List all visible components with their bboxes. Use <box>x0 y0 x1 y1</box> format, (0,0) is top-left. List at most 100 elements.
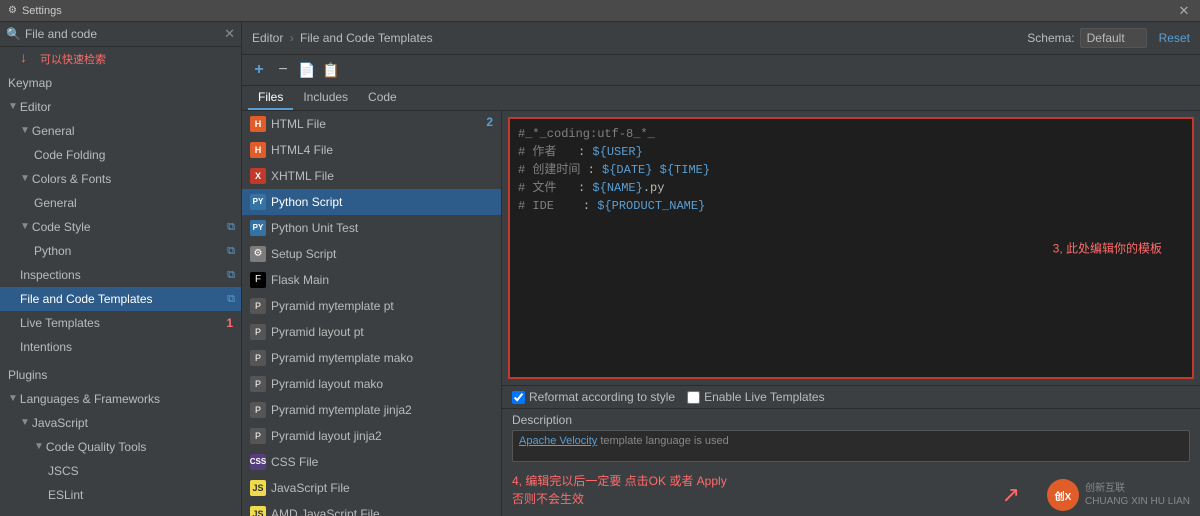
sidebar-item-jscs[interactable]: JSCS <box>0 459 241 483</box>
annotation-1: 1 <box>226 316 233 330</box>
file-name-pyramid-mytemplate-pt: Pyramid mytemplate pt <box>271 296 394 316</box>
file-name-python-unit-test: Python Unit Test <box>271 218 358 238</box>
sidebar-item-eslint[interactable]: ESLint <box>0 483 241 507</box>
search-input[interactable] <box>25 27 224 41</box>
file-item-pyramid-layout-pt[interactable]: P Pyramid layout pt <box>242 319 501 345</box>
file-name-amd-js: AMD JavaScript File <box>271 504 380 516</box>
expand-arrow: ▼ <box>8 389 18 409</box>
file-name-pyramid-layout-pt: Pyramid layout pt <box>271 322 364 342</box>
expand-arrow: ▼ <box>20 217 30 237</box>
sidebar-item-live-templates[interactable]: Live Templates <box>0 311 241 335</box>
sidebar-item-lang-frameworks[interactable]: ▼ Languages & Frameworks <box>0 387 241 411</box>
schema-label: Schema: <box>1027 31 1074 45</box>
title-bar-label: Settings <box>22 5 62 17</box>
breadcrumb-editor: Editor <box>252 31 283 45</box>
sidebar-item-plugins[interactable]: Plugins <box>0 363 241 387</box>
schema-dropdown[interactable]: Default <box>1080 28 1147 48</box>
remove-button[interactable]: − <box>272 59 294 81</box>
description-section: Description Apache Velocity template lan… <box>502 408 1200 466</box>
reset-button[interactable]: Reset <box>1159 31 1190 45</box>
file-list: H HTML File 2 H HTML4 File X XHTML File … <box>242 111 502 516</box>
options-row: Reformat according to style Enable Live … <box>502 385 1200 408</box>
breadcrumb: Editor › File and Code Templates <box>252 31 1027 45</box>
enable-live-label: Enable Live Templates <box>704 390 825 404</box>
file-item-html[interactable]: H HTML File <box>242 111 501 137</box>
flask-icon: F <box>250 272 266 288</box>
watermark-line1: 创新互联 <box>1085 482 1190 495</box>
amd-js-icon: JS <box>250 506 266 516</box>
expand-arrow: ▼ <box>20 121 30 141</box>
file-item-js[interactable]: JS JavaScript File <box>242 475 501 501</box>
sidebar-item-code-folding[interactable]: Code Folding <box>0 143 241 167</box>
python-script-icon: PY <box>250 194 266 210</box>
file-name-pyramid-jinja2-1: Pyramid mytemplate jinja2 <box>271 400 412 420</box>
main-container: 🔍 ✕ ↓ 可以快速检索 Keymap ▼ Editor ▼ General <box>0 22 1200 516</box>
file-item-pyramid-jinja2-1[interactable]: P Pyramid mytemplate jinja2 <box>242 397 501 423</box>
title-bar: ⚙ Settings ✕ <box>0 0 1200 22</box>
file-item-pyramid-layout-mako[interactable]: P Pyramid layout mako <box>242 371 501 397</box>
file-code-icon: ⧉ <box>227 289 235 309</box>
watermark-text: 创新互联 CHUANG XIN HU LIAN <box>1085 482 1190 508</box>
file-item-python-unit-test[interactable]: PY Python Unit Test <box>242 215 501 241</box>
watermark-line2: CHUANG XIN HU LIAN <box>1085 495 1190 508</box>
sidebar-item-editor[interactable]: ▼ Editor <box>0 95 241 119</box>
tab-code[interactable]: Code <box>358 86 407 110</box>
tab-files[interactable]: Files <box>248 86 293 110</box>
sidebar-item-intentions[interactable]: Intentions <box>0 335 241 359</box>
description-box[interactable]: Apache Velocity template language is use… <box>512 430 1190 462</box>
sidebar-item-keymap[interactable]: Keymap <box>0 71 241 95</box>
sidebar-item-colors-fonts[interactable]: ▼ Colors & Fonts <box>0 167 241 191</box>
file-item-xhtml[interactable]: X XHTML File <box>242 163 501 189</box>
file-item-html4[interactable]: H HTML4 File <box>242 137 501 163</box>
pyramid-icon-3: P <box>250 350 266 366</box>
file-item-flask-main[interactable]: F Flask Main <box>242 267 501 293</box>
python-icon: ⧉ <box>227 241 235 261</box>
file-name-xhtml: XHTML File <box>271 166 334 186</box>
editor-annotation: 3, 此处编辑你的模板 <box>1053 240 1162 257</box>
add-button[interactable]: + <box>248 59 270 81</box>
file-name-css: CSS File <box>271 452 318 472</box>
sidebar-item-javascript[interactable]: ▼ JavaScript <box>0 411 241 435</box>
code-editor[interactable]: #_*_coding:utf-8_*_ # 作者 : ${USER} # 创建时… <box>508 117 1194 379</box>
tab-includes[interactable]: Includes <box>293 86 358 110</box>
enable-live-checkbox-label[interactable]: Enable Live Templates <box>687 390 825 404</box>
file-item-setup-script[interactable]: ⚙ Setup Script <box>242 241 501 267</box>
search-bar: 🔍 ✕ <box>0 22 241 47</box>
file-item-pyramid-mytemplate-pt[interactable]: P Pyramid mytemplate pt <box>242 293 501 319</box>
search-clear-button[interactable]: ✕ <box>224 26 235 42</box>
pyramid-icon-5: P <box>250 402 266 418</box>
sidebar-item-python[interactable]: Python ⧉ <box>0 239 241 263</box>
file-item-amd-js[interactable]: JS AMD JavaScript File <box>242 501 501 516</box>
editor-area: #_*_coding:utf-8_*_ # 作者 : ${USER} # 创建时… <box>502 111 1200 516</box>
reformat-checkbox-label[interactable]: Reformat according to style <box>512 390 675 404</box>
sidebar-item-general[interactable]: ▼ General <box>0 119 241 143</box>
file-name-html4: HTML4 File <box>271 140 333 160</box>
description-text: template language is used <box>600 435 728 447</box>
sidebar-item-inspections[interactable]: Inspections ⧉ <box>0 263 241 287</box>
file-item-pyramid-jinja2-2[interactable]: P Pyramid layout jinja2 <box>242 423 501 449</box>
sidebar-item-code-quality[interactable]: ▼ Code Quality Tools <box>0 435 241 459</box>
file-item-css[interactable]: CSS CSS File <box>242 449 501 475</box>
content-split: H HTML File 2 H HTML4 File X XHTML File … <box>242 111 1200 516</box>
velocity-link[interactable]: Apache Velocity <box>519 435 597 447</box>
sidebar-item-file-and-code[interactable]: File and Code Templates ⧉ <box>0 287 241 311</box>
sidebar-item-code-style[interactable]: ▼ Code Style ⧉ <box>0 215 241 239</box>
bottom-section: 4, 编辑完以后一定要 点击OK 或者 Apply否则不会生效 ↗ 创X 创新互… <box>502 466 1200 516</box>
close-button[interactable]: ✕ <box>1176 3 1192 19</box>
reformat-checkbox[interactable] <box>512 391 525 404</box>
search-icon: 🔍 <box>6 27 21 41</box>
search-annotation: 可以快速检索 <box>40 51 106 67</box>
move-button[interactable]: 📋 <box>320 59 342 81</box>
file-item-python-script[interactable]: PY Python Script <box>242 189 501 215</box>
file-name-python-script: Python Script <box>271 192 342 212</box>
toolbar: + − 📄 📋 <box>242 55 1200 86</box>
file-name-html: HTML File <box>271 114 326 134</box>
enable-live-checkbox[interactable] <box>687 391 700 404</box>
file-name-pyramid-jinja2-2: Pyramid layout jinja2 <box>271 426 382 446</box>
file-item-pyramid-mytemplate-mako[interactable]: P Pyramid mytemplate mako <box>242 345 501 371</box>
sidebar-item-general2[interactable]: General <box>0 191 241 215</box>
breadcrumb-file-and-code: File and Code Templates <box>300 31 433 45</box>
code-line-1: #_*_coding:utf-8_*_ <box>518 125 1184 143</box>
copy-button[interactable]: 📄 <box>296 59 318 81</box>
watermark: 创X 创新互联 CHUANG XIN HU LIAN <box>1047 479 1190 511</box>
